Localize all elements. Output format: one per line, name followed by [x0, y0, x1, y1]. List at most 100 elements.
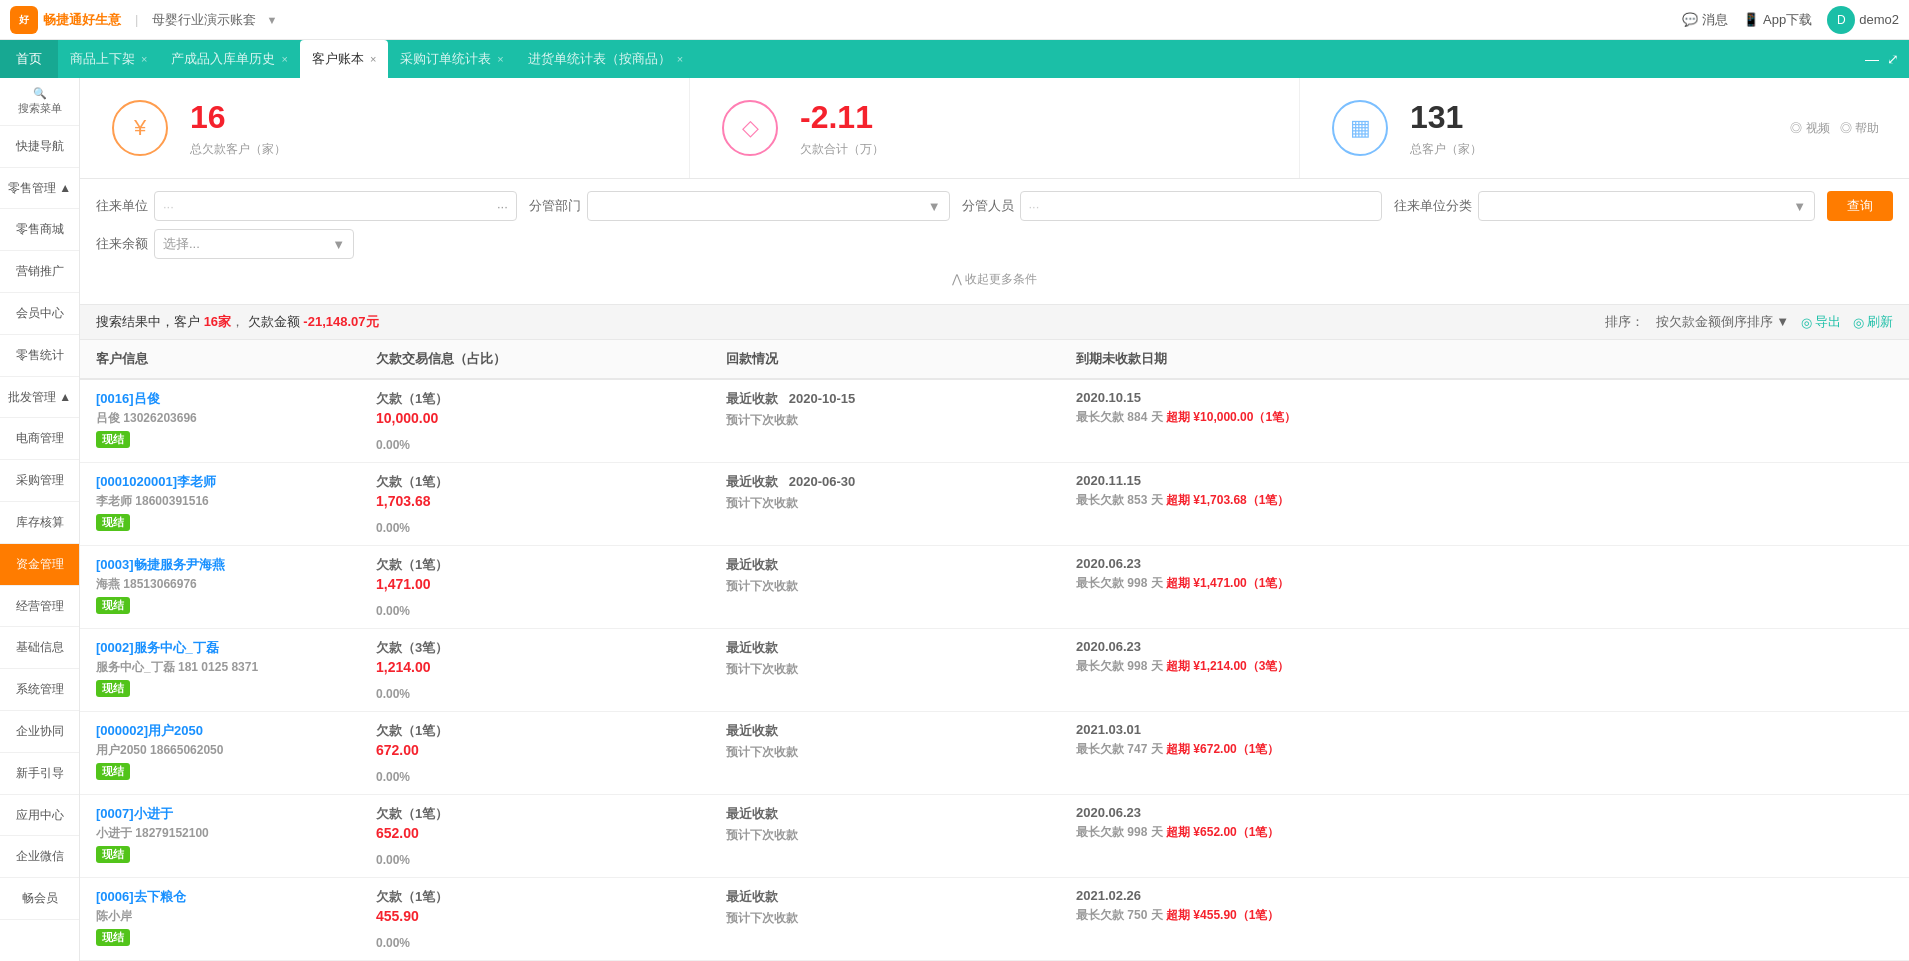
sidebar-item-retail-stats[interactable]: 零售统计: [0, 335, 79, 377]
debt-percent-6: 0.00%: [376, 936, 726, 950]
status-badge-5: 现结: [96, 846, 130, 863]
tab-customer-account-close[interactable]: ×: [370, 53, 376, 65]
customer-name-5[interactable]: [0007]小进于: [96, 806, 173, 821]
table-row: [0007]小进于 小进于 18279152100 现结 欠款（1笔） 652.…: [80, 795, 1909, 878]
customer-name-1[interactable]: [0001020001]李老师: [96, 474, 216, 489]
person-input[interactable]: ···: [1020, 191, 1383, 221]
tab-stock-statistics[interactable]: 进货单统计表（按商品） ×: [516, 40, 695, 78]
sidebar-item-retail-mall[interactable]: 零售商城: [0, 209, 79, 251]
sidebar-item-app-center[interactable]: 应用中心: [0, 795, 79, 837]
tab-product-history-close[interactable]: ×: [281, 53, 287, 65]
dropdown-icon[interactable]: ▼: [266, 14, 277, 26]
store-name[interactable]: 母婴行业演示账套: [152, 11, 256, 29]
debt-amount-2: 1,471.00: [376, 576, 726, 592]
sidebar-item-basic-info[interactable]: 基础信息: [0, 627, 79, 669]
return-label-2: 最近收款: [726, 556, 1076, 574]
tab-bar: 首页 商品上下架 × 产成品入库单历史 × 客户账本 × 采购订单统计表 × 进…: [0, 40, 1909, 78]
expire-info-2: 2020.06.23 最长欠款 998 天 超期 ¥1,471.00（1笔）: [1076, 556, 1893, 592]
tab-expand-icon[interactable]: ⤢: [1887, 51, 1899, 67]
sidebar-item-enterprise[interactable]: 企业协同: [0, 711, 79, 753]
expire-overdue-2[interactable]: 超期 ¥1,471.00（1笔）: [1166, 576, 1289, 590]
return-next-1: 预计下次收款: [726, 495, 1076, 512]
tab-purchase-order[interactable]: 采购订单统计表 ×: [388, 40, 515, 78]
expire-date-1: 2020.11.15: [1076, 473, 1893, 488]
layout: 🔍 搜索菜单 快捷导航 零售管理 ▲ 零售商城 营销推广 会员中心 零售统计 批…: [0, 78, 1909, 961]
sidebar-item-inventory[interactable]: 库存核算: [0, 502, 79, 544]
filter-area: 往来单位 ··· 分管部门 ▼ 分管人员 ·: [80, 179, 1909, 305]
sidebar-item-ops-mgmt[interactable]: 经营管理: [0, 586, 79, 628]
tab-stock-statistics-close[interactable]: ×: [677, 53, 683, 65]
sidebar-item-newbie[interactable]: 新手引导: [0, 753, 79, 795]
tab-product-status-label: 商品上下架: [70, 50, 135, 68]
sidebar-item-corp-wechat[interactable]: 企业微信: [0, 836, 79, 878]
expire-date-5: 2020.06.23: [1076, 805, 1893, 820]
customer-name-3[interactable]: [0002]服务中心_丁磊: [96, 640, 219, 655]
sidebar-item-ecommerce[interactable]: 电商管理: [0, 418, 79, 460]
user-avatar[interactable]: D demo2: [1827, 6, 1899, 34]
export-button[interactable]: ◎ 导出: [1801, 313, 1841, 331]
return-next-5: 预计下次收款: [726, 827, 1076, 844]
tab-product-status-close[interactable]: ×: [141, 53, 147, 65]
customer-name-2[interactable]: [0003]畅捷服务尹海燕: [96, 557, 225, 572]
tab-product-history[interactable]: 产成品入库单历史 ×: [159, 40, 299, 78]
sidebar-item-batch-mgmt[interactable]: 批发管理 ▲: [0, 377, 79, 419]
customer-name-4[interactable]: [000002]用户2050: [96, 723, 203, 738]
tab-customer-account-label: 客户账本: [312, 50, 364, 68]
sidebar-search[interactable]: 🔍 搜索菜单: [0, 78, 79, 126]
sidebar-item-marketing[interactable]: 营销推广: [0, 251, 79, 293]
expire-overdue-5[interactable]: 超期 ¥652.00（1笔）: [1166, 825, 1279, 839]
tab-purchase-order-close[interactable]: ×: [497, 53, 503, 65]
source-unit-input[interactable]: ···: [154, 191, 517, 221]
dept-select[interactable]: ▼: [587, 191, 950, 221]
collapse-bar[interactable]: ⋀ 收起更多条件: [96, 267, 1893, 292]
sidebar-item-retail-mgmt[interactable]: 零售管理 ▲: [0, 168, 79, 210]
table-row: [0016]吕俊 吕俊 13026203696 现结 欠款（1笔） 10,000…: [80, 380, 1909, 463]
filter-person: 分管人员 ···: [962, 191, 1383, 221]
balance-select[interactable]: 选择... ▼: [154, 229, 354, 259]
help-link[interactable]: ◎ 帮助: [1840, 120, 1879, 137]
return-label-1: 最近收款 2020-06-30: [726, 473, 1076, 491]
expire-overdue-1[interactable]: 超期 ¥1,703.68（1笔）: [1166, 493, 1289, 507]
tab-collapse-icon[interactable]: —: [1865, 51, 1879, 67]
user-name: demo2: [1859, 12, 1899, 27]
sidebar-item-finance[interactable]: 资金管理: [0, 544, 79, 586]
table-header: 客户信息 欠款交易信息（占比） 回款情况 到期未收款日期: [80, 340, 1909, 380]
return-next-4: 预计下次收款: [726, 744, 1076, 761]
expire-overdue-3[interactable]: 超期 ¥1,214.00（3笔）: [1166, 659, 1289, 673]
sidebar-quick-nav[interactable]: 快捷导航: [0, 126, 79, 168]
customer-contact-4: 用户2050 18665062050: [96, 742, 376, 759]
avatar-icon: D: [1827, 6, 1855, 34]
tab-customer-account[interactable]: 客户账本 ×: [300, 40, 388, 78]
customer-name-6[interactable]: [0006]去下粮仓: [96, 889, 186, 904]
tab-product-status[interactable]: 商品上下架 ×: [58, 40, 159, 78]
debt-label-2: 欠款（1笔）: [376, 556, 726, 574]
filter-unit-class: 往来单位分类 ▼: [1394, 191, 1815, 221]
expire-overdue-0[interactable]: 超期 ¥10,000.00（1笔）: [1166, 410, 1296, 424]
expire-overdue-4[interactable]: 超期 ¥672.00（1笔）: [1166, 742, 1279, 756]
tab-purchase-order-label: 采购订单统计表: [400, 50, 491, 68]
results-info: 搜索结果中，客户 16家， 欠款金额 -21,148.07元: [96, 313, 379, 331]
unit-class-select[interactable]: ▼: [1478, 191, 1815, 221]
debt-label-4: 欠款（1笔）: [376, 722, 726, 740]
video-link[interactable]: ◎ 视频: [1790, 120, 1829, 137]
sort-select[interactable]: 按欠款金额倒序排序 ▼: [1656, 313, 1789, 331]
expire-info-4: 2021.03.01 最长欠款 747 天 超期 ¥672.00（1笔）: [1076, 722, 1893, 758]
refresh-button[interactable]: ◎ 刷新: [1853, 313, 1893, 331]
app-download-button[interactable]: 📱 App下载: [1743, 11, 1812, 29]
filter-balance: 往来余额 选择... ▼: [96, 229, 1893, 259]
sidebar-item-system[interactable]: 系统管理: [0, 669, 79, 711]
summary-card-customers: ¥ 16 总欠款客户（家）: [80, 78, 690, 178]
app-icon: 📱: [1743, 12, 1759, 27]
message-button[interactable]: 💬 消息: [1682, 11, 1728, 29]
customer-name-0[interactable]: [0016]吕俊: [96, 391, 160, 406]
sidebar-item-vip-member[interactable]: 畅会员: [0, 878, 79, 920]
search-button[interactable]: 查询: [1827, 191, 1893, 221]
expire-detail-4: 最长欠款 747 天 超期 ¥672.00（1笔）: [1076, 741, 1893, 758]
tab-home[interactable]: 首页: [0, 40, 58, 78]
expire-overdue-6[interactable]: 超期 ¥455.90（1笔）: [1166, 908, 1279, 922]
sidebar-item-purchase-mgmt[interactable]: 采购管理: [0, 460, 79, 502]
return-next-6: 预计下次收款: [726, 910, 1076, 927]
customer-contact-5: 小进于 18279152100: [96, 825, 376, 842]
sidebar-item-member[interactable]: 会员中心: [0, 293, 79, 335]
person-label: 分管人员: [962, 197, 1014, 215]
